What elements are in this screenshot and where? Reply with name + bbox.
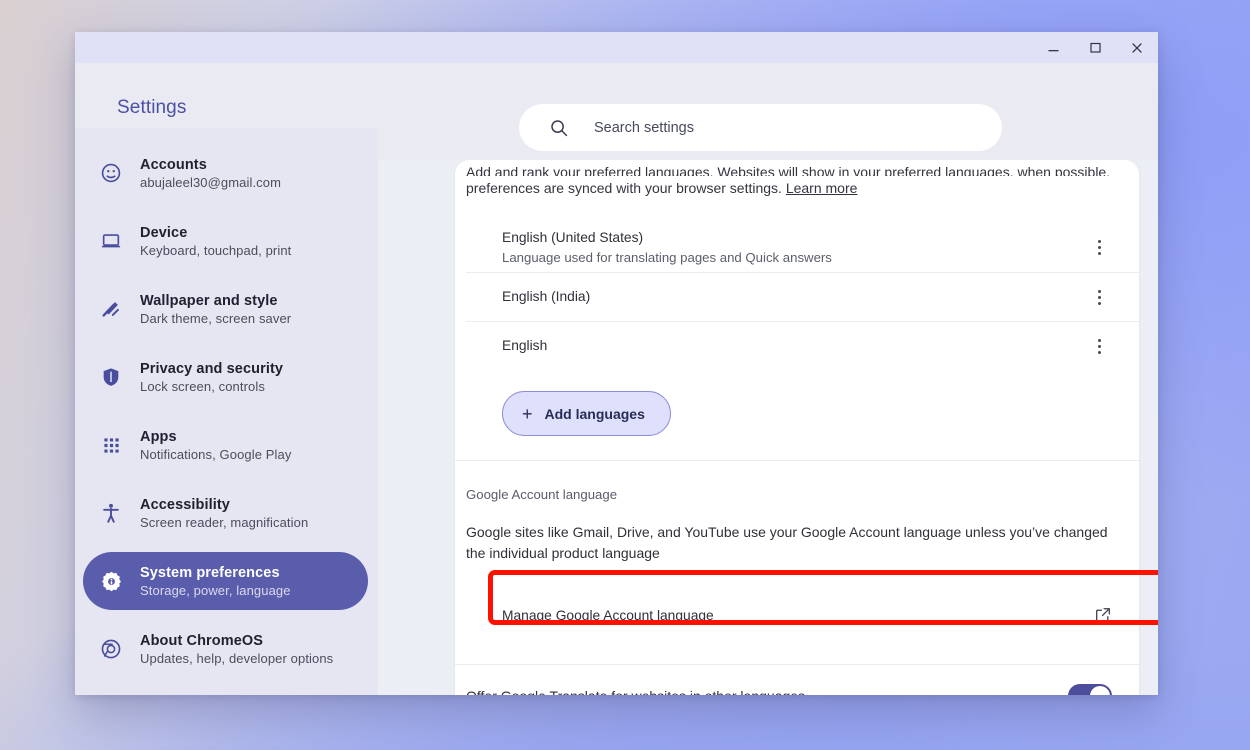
language-name: English (India)	[502, 289, 591, 304]
sidebar-item-title: Accessibility	[140, 496, 230, 513]
sidebar-item-subtitle: Screen reader, magnification	[140, 514, 309, 530]
language-name: English	[502, 338, 548, 353]
settings-window: Settings Accounts	[75, 32, 1158, 695]
languages-description: Add and rank your preferred languages. W…	[455, 160, 1139, 201]
sidebar-item-title: Wallpaper and style	[140, 292, 278, 309]
gear-icon	[99, 569, 123, 593]
account-section-description: Google sites like Gmail, Drive, and YouT…	[466, 524, 1108, 561]
add-languages-label: Add languages	[544, 405, 645, 422]
sidebar-item-accounts[interactable]: Accounts abujaleel30@gmail.com	[83, 144, 368, 202]
sidebar-item-privacy-and-security[interactable]: Privacy and security Lock screen, contro…	[83, 348, 368, 406]
sidebar-item-title: About ChromeOS	[140, 632, 264, 649]
list-item[interactable]: English	[466, 321, 1139, 370]
accessibility-icon	[99, 501, 123, 525]
offer-translate-label: Offer Google Translate for websites in o…	[466, 688, 1068, 695]
offer-translate-row[interactable]: Offer Google Translate for websites in o…	[455, 665, 1139, 695]
settings-sidebar: Accounts abujaleel30@gmail.com Device Ke…	[75, 128, 378, 695]
sidebar-item-subtitle: Lock screen, controls	[140, 378, 265, 394]
language-name: English (United States)	[502, 229, 644, 245]
language-description: Language used for translating pages and …	[502, 249, 832, 265]
brush-icon	[99, 297, 123, 321]
grid-apps-icon	[99, 433, 123, 457]
search-bar[interactable]	[519, 104, 1002, 151]
sidebar-item-title: Apps	[140, 428, 177, 445]
sidebar-item-accessibility[interactable]: Accessibility Screen reader, magnificati…	[83, 484, 368, 542]
more-options-icon[interactable]	[1083, 281, 1115, 313]
languages-description-line1: Add and rank your preferred languages. W…	[466, 164, 1111, 176]
close-button[interactable]	[1116, 32, 1158, 63]
window-titlebar	[75, 32, 1158, 63]
more-options-icon[interactable]	[1083, 232, 1115, 264]
minimize-button[interactable]	[1032, 32, 1074, 63]
settings-main-content: Add and rank your preferred languages. W…	[378, 160, 1158, 695]
sidebar-item-subtitle: Updates, help, developer options	[140, 650, 334, 666]
plus-icon: +	[522, 403, 533, 424]
sidebar-item-wallpaper-and-style[interactable]: Wallpaper and style Dark theme, screen s…	[83, 280, 368, 338]
list-item[interactable]: English (United States) Language used fo…	[466, 223, 1139, 272]
external-link-icon	[1094, 606, 1112, 624]
manage-google-account-language-row[interactable]: Manage Google Account language	[466, 588, 1128, 642]
sidebar-item-title: System preferences	[140, 564, 280, 581]
sidebar-item-subtitle: abujaleel30@gmail.com	[140, 174, 282, 190]
sidebar-item-title: Device	[140, 224, 188, 241]
search-input[interactable]	[594, 119, 974, 136]
account-section-label: Google Account language	[466, 487, 618, 502]
sidebar-item-subtitle: Keyboard, touchpad, print	[140, 242, 292, 258]
maximize-button[interactable]	[1074, 32, 1116, 63]
more-options-icon[interactable]	[1083, 330, 1115, 362]
list-item[interactable]: English (India)	[466, 272, 1139, 321]
search-icon	[549, 118, 569, 138]
sidebar-item-device[interactable]: Device Keyboard, touchpad, print	[83, 212, 368, 270]
languages-description-line2: preferences are synced with your browser…	[466, 180, 782, 196]
account-circle-icon	[99, 161, 123, 185]
toggle-knob	[1090, 686, 1110, 695]
manage-google-account-language-label: Manage Google Account language	[502, 607, 714, 623]
learn-more-link[interactable]: Learn more	[786, 180, 858, 196]
sidebar-item-subtitle: Notifications, Google Play	[140, 446, 292, 462]
language-list: English (United States) Language used fo…	[455, 223, 1139, 370]
chrome-icon	[99, 637, 123, 661]
sidebar-item-title: Privacy and security	[140, 360, 284, 377]
offer-translate-toggle[interactable]	[1068, 684, 1112, 695]
laptop-icon	[99, 229, 123, 253]
sidebar-item-subtitle: Storage, power, language	[140, 582, 291, 598]
page-title: Settings	[117, 97, 187, 118]
sidebar-item-title: Accounts	[140, 156, 207, 173]
sidebar-item-about-chromeos[interactable]: About ChromeOS Updates, help, developer …	[83, 620, 368, 678]
sidebar-item-system-preferences[interactable]: System preferences Storage, power, langu…	[83, 552, 368, 610]
add-languages-button[interactable]: + Add languages	[502, 391, 671, 436]
languages-card: Add and rank your preferred languages. W…	[455, 160, 1139, 695]
shield-icon	[99, 365, 123, 389]
google-account-language-section: Google Account language Google sites lik…	[455, 461, 1139, 564]
sidebar-item-subtitle: Dark theme, screen saver	[140, 310, 292, 326]
sidebar-item-apps[interactable]: Apps Notifications, Google Play	[83, 416, 368, 474]
